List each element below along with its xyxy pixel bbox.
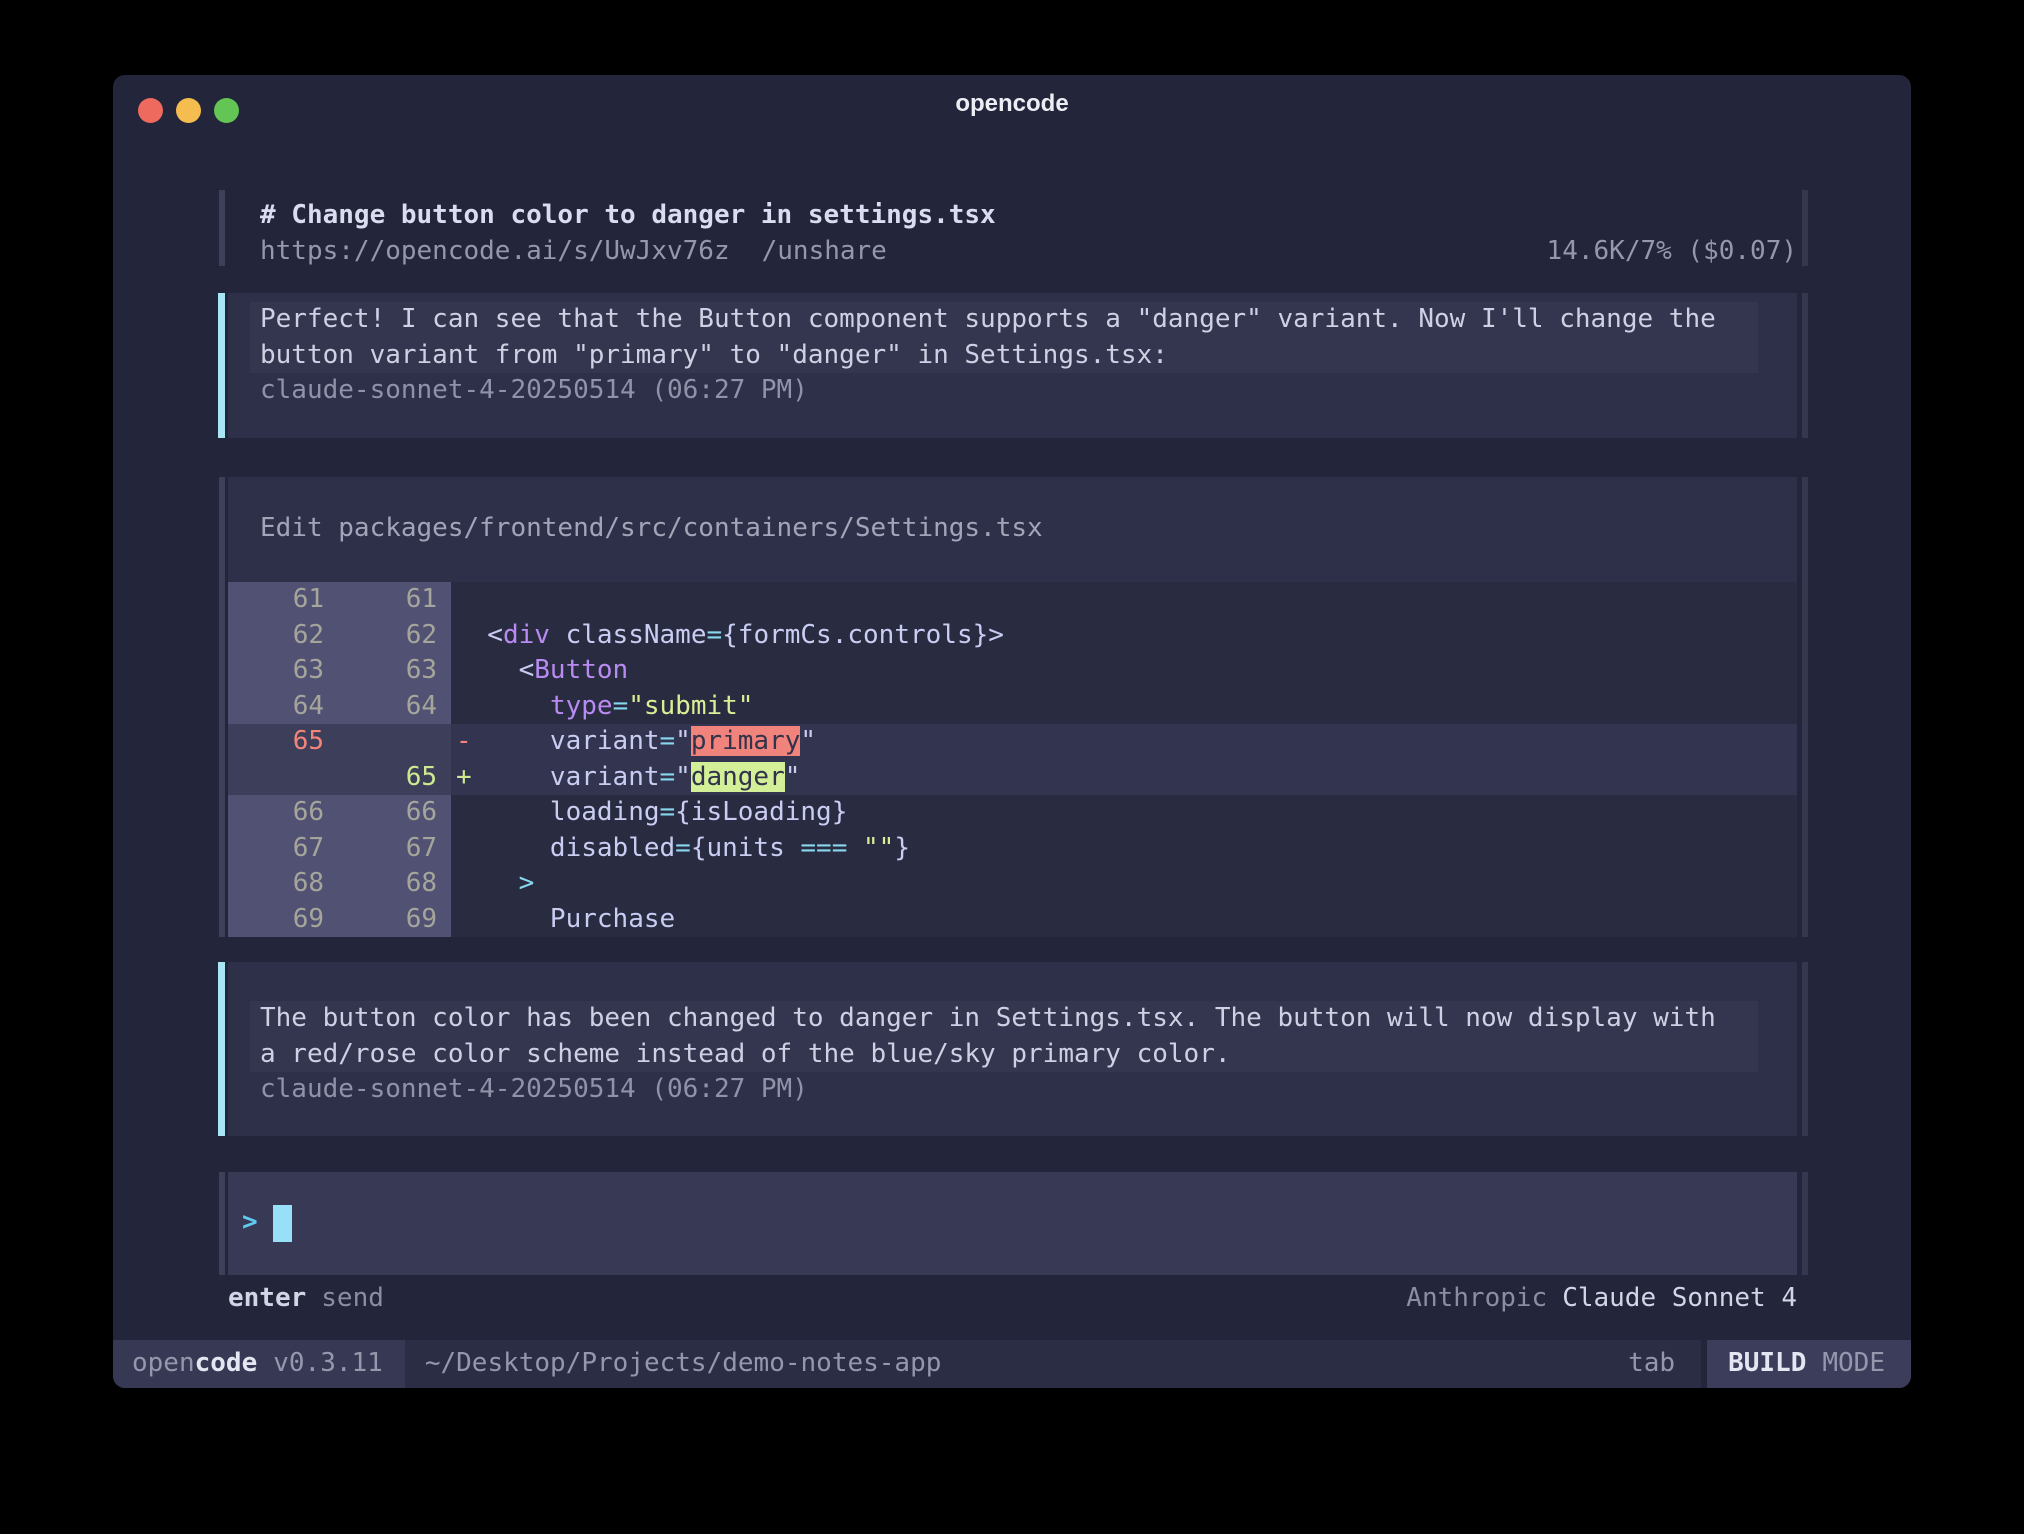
code-line: Purchase [451, 902, 1797, 938]
send-hint: enter send [228, 1283, 384, 1313]
enter-key-hint: enter [228, 1283, 306, 1313]
line-number-old: 63 [228, 653, 339, 689]
traffic-lights [138, 98, 239, 123]
diff-row: 65+ variant="danger" [228, 760, 1797, 796]
text-cursor [273, 1205, 292, 1242]
line-number-new: 67 [339, 831, 451, 867]
diff-marker [456, 904, 472, 934]
window-title: opencode [113, 75, 1911, 133]
diff-marker [456, 691, 472, 721]
code-line: + variant="danger" [451, 760, 1797, 796]
token-usage: 14.6K/7% ($0.07) [1547, 234, 1797, 270]
message-line: The button color has been changed to dan… [260, 1001, 1758, 1037]
code-line: > [451, 866, 1797, 902]
message-text: The button color has been changed to dan… [250, 1001, 1758, 1072]
line-number-new: 68 [339, 866, 451, 902]
assistant-message-2: The button color has been changed to dan… [228, 962, 1797, 1136]
edit-tool-title: Edit packages/frontend/src/containers/Se… [228, 477, 1797, 583]
message-meta: claude-sonnet-4-20250514 (06:27 PM) [228, 373, 1797, 409]
code-line: - variant="primary" [451, 724, 1797, 760]
diff-marker [456, 868, 472, 898]
code-line: <Button [451, 653, 1797, 689]
diff-marker [456, 655, 472, 685]
provider-label: Anthropic [1406, 1283, 1547, 1313]
diff-row: 65 - variant="primary" [228, 724, 1797, 760]
line-number-new: 61 [339, 582, 451, 618]
diff-row: 6969 Purchase [228, 902, 1797, 938]
line-number-old: 64 [228, 689, 339, 725]
diff-marker: + [456, 762, 472, 792]
diff-row: 6262 <div className={formCs.controls}> [228, 618, 1797, 654]
working-directory: ~/Desktop/Projects/demo-notes-app [425, 1346, 942, 1382]
app-version: v0.3.11 [273, 1346, 383, 1382]
line-number-new [339, 724, 451, 760]
line-number-old: 67 [228, 831, 339, 867]
diff-marker [456, 620, 472, 650]
diff-row: 6767 disabled={units === ""} [228, 831, 1797, 867]
model-info: Anthropic Claude Sonnet 4 [1406, 1283, 1797, 1313]
diff-row: 6161 [228, 582, 1797, 618]
line-number-new: 66 [339, 795, 451, 831]
app-name-code: code [195, 1346, 258, 1382]
session-share-url[interactable]: https://opencode.ai/s/UwJxv76z [260, 234, 730, 270]
app-badge: opencode v0.3.11 [113, 1340, 405, 1388]
unshare-command[interactable]: /unshare [762, 234, 887, 270]
titlebar: opencode [113, 75, 1911, 133]
model-label: Claude Sonnet 4 [1562, 1283, 1797, 1313]
line-number-new: 64 [339, 689, 451, 725]
message-text: Perfect! I can see that the Button compo… [250, 302, 1758, 373]
send-label: send [321, 1283, 384, 1313]
tab-key-hint[interactable]: tab [1628, 1346, 1675, 1382]
line-number-old: 62 [228, 618, 339, 654]
line-number-new: 63 [339, 653, 451, 689]
zoom-button[interactable] [214, 98, 239, 123]
line-number-old: 69 [228, 902, 339, 938]
edit-tool-card: Edit packages/frontend/src/containers/Se… [228, 477, 1797, 938]
prompt-caret: > [242, 1205, 258, 1241]
line-number-old: 65 [228, 724, 339, 760]
prompt-input[interactable]: > [228, 1172, 1797, 1275]
line-number-old: 68 [228, 866, 339, 902]
build-mode-badge[interactable]: BUILD MODE [1701, 1340, 1911, 1388]
message-line: button variant from "primary" to "danger… [260, 338, 1758, 374]
code-line: loading={isLoading} [451, 795, 1797, 831]
diff-marker [456, 797, 472, 827]
diff-marker [456, 833, 472, 863]
message-line: a red/rose color scheme instead of the b… [260, 1037, 1758, 1073]
code-line: <div className={formCs.controls}> [451, 618, 1797, 654]
line-number-old: 66 [228, 795, 339, 831]
close-button[interactable] [138, 98, 163, 123]
code-line: disabled={units === ""} [451, 831, 1797, 867]
line-number-old [228, 760, 339, 796]
status-bar: opencode v0.3.11 ~/Desktop/Projects/demo… [113, 1340, 1911, 1388]
diff-row: 6666 loading={isLoading} [228, 795, 1797, 831]
code-line [451, 582, 1797, 618]
line-number-new: 65 [339, 760, 451, 796]
diff-row: 6868 > [228, 866, 1797, 902]
line-number-new: 69 [339, 902, 451, 938]
mode-name: BUILD [1728, 1346, 1806, 1382]
code-line: type="submit" [451, 689, 1797, 725]
diff-marker [456, 584, 472, 614]
diff-row: 6464 type="submit" [228, 689, 1797, 725]
message-meta: claude-sonnet-4-20250514 (06:27 PM) [228, 1072, 1797, 1108]
line-number-new: 62 [339, 618, 451, 654]
diff-row: 6363 <Button [228, 653, 1797, 689]
line-number-old: 61 [228, 582, 339, 618]
minimize-button[interactable] [176, 98, 201, 123]
assistant-message-1: Perfect! I can see that the Button compo… [228, 293, 1797, 438]
session-title: # Change button color to danger in setti… [228, 198, 1797, 234]
mode-word: MODE [1822, 1346, 1885, 1382]
app-window: opencode # Change button color to danger… [113, 75, 1911, 1388]
diff-view: 6161 6262 <div className={formCs.control… [228, 582, 1797, 937]
app-name-open: open [132, 1346, 195, 1382]
diff-marker: - [456, 726, 472, 756]
session-header: # Change button color to danger in setti… [228, 190, 1797, 266]
message-line: Perfect! I can see that the Button compo… [260, 302, 1758, 338]
hint-row: enter send Anthropic Claude Sonnet 4 [228, 1283, 1797, 1313]
